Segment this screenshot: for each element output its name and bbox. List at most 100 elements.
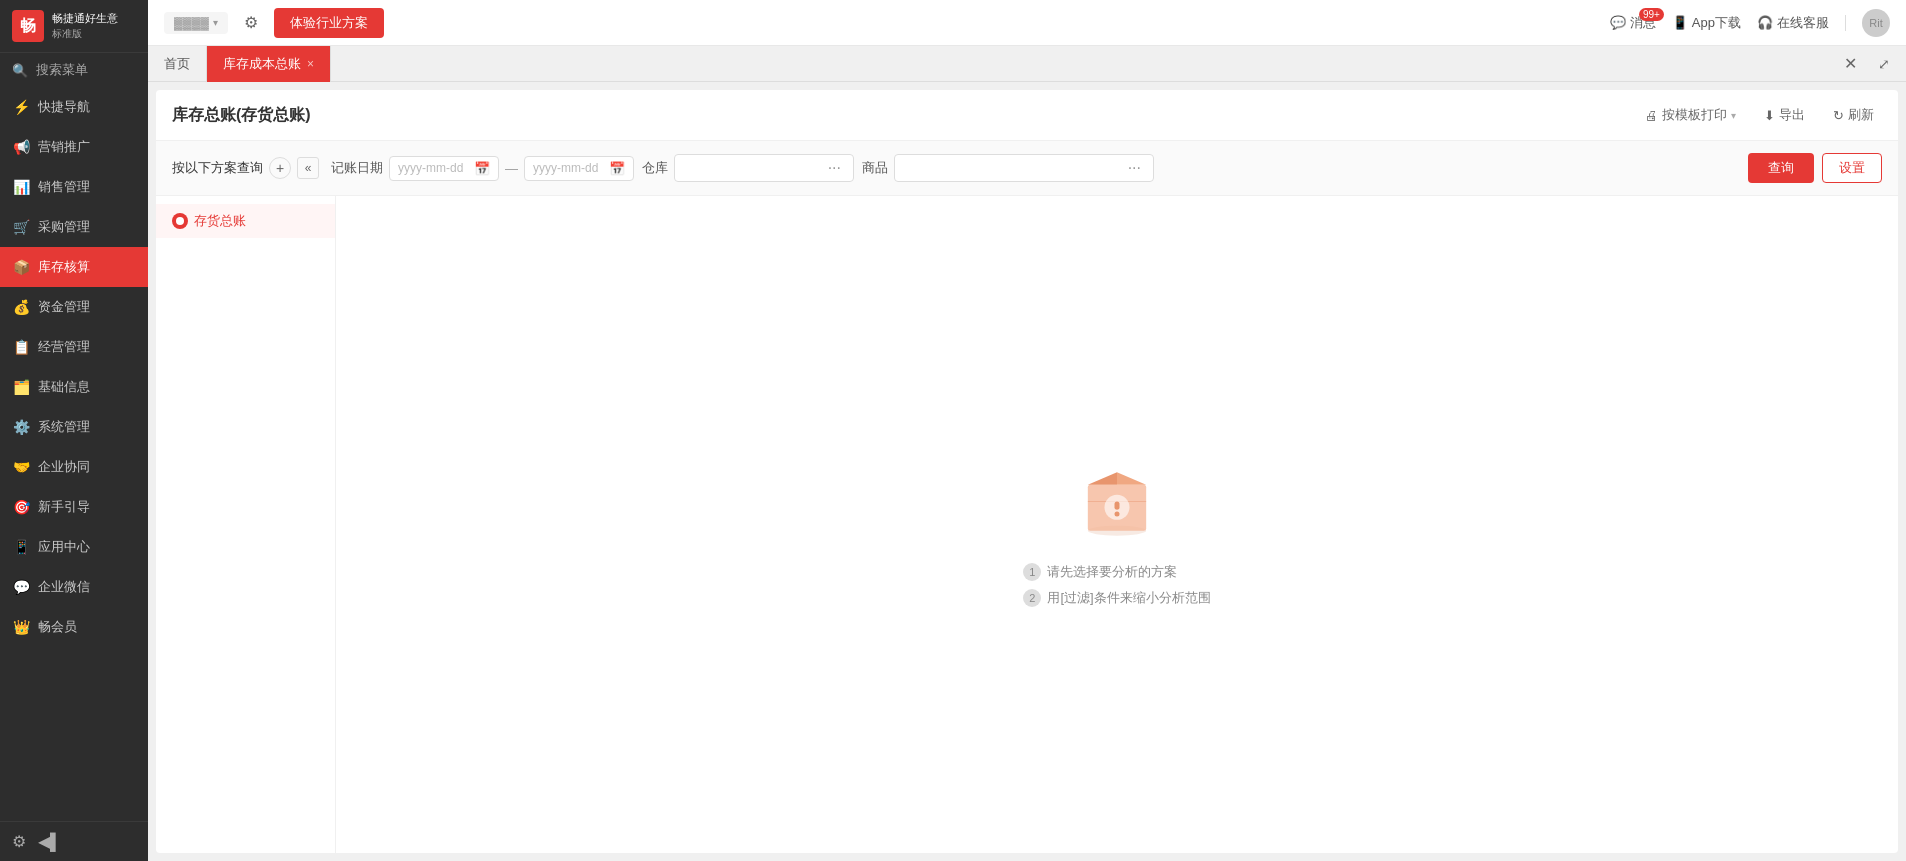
warehouse-label: 仓库 [642, 159, 668, 177]
sidebar-item-operation[interactable]: 📋 经营管理 [0, 327, 148, 367]
header-actions: 🖨 按模板打印 ▾ ⬇ 导出 ↻ 刷新 [1637, 102, 1882, 128]
print-icon: 🖨 [1645, 108, 1658, 123]
print-btn[interactable]: 🖨 按模板打印 ▾ [1637, 102, 1744, 128]
sidebar-item-quick-nav[interactable]: ⚡ 快捷导航 [0, 87, 148, 127]
sidebar-item-sales[interactable]: 📊 销售管理 [0, 167, 148, 207]
sidebar-item-app-center[interactable]: 📱 应用中心 [0, 527, 148, 567]
sidebar-item-member[interactable]: 👑 畅会员 [0, 607, 148, 647]
scheme-sidebar: 存货总账 [156, 196, 336, 853]
date-end-input[interactable]: yyyy-mm-dd 📅 [524, 156, 634, 181]
sidebar-search[interactable]: 🔍 搜索菜单 [0, 53, 148, 87]
svg-point-0 [176, 217, 184, 225]
search-icon: 🔍 [12, 63, 28, 78]
sidebar-nav: ⚡ 快捷导航 📢 营销推广 📊 销售管理 🛒 采购管理 📦 库存核算 💰 资金管… [0, 87, 148, 821]
content-area: 库存总账(存货总账) 🖨 按模板打印 ▾ ⬇ 导出 ↻ 刷新 [156, 90, 1898, 853]
date-label: 记账日期 [331, 159, 383, 177]
nav-icon-enterprise: 🤝 [12, 458, 30, 476]
sidebar-item-wechat[interactable]: 💬 企业微信 [0, 567, 148, 607]
sidebar-item-finance[interactable]: 💰 资金管理 [0, 287, 148, 327]
sidebar-item-newbie[interactable]: 🎯 新手引导 [0, 487, 148, 527]
avatar: Rit [1862, 9, 1890, 37]
tab-inventory-ledger[interactable]: 库存成本总账 × [207, 46, 331, 82]
svg-point-8 [1115, 511, 1120, 516]
nav-label-quick-nav: 快捷导航 [38, 98, 90, 116]
fold-icon[interactable]: ◀▌ [38, 832, 61, 851]
export-btn[interactable]: ⬇ 导出 [1756, 102, 1813, 128]
nav-icon-basic: 🗂️ [12, 378, 30, 396]
sidebar: 畅 畅捷通好生意 标准版 🔍 搜索菜单 ⚡ 快捷导航 📢 营销推广 📊 销售管理… [0, 0, 148, 861]
logo-text: 畅捷通好生意 标准版 [52, 11, 118, 40]
nav-icon-sales: 📊 [12, 178, 30, 196]
sidebar-item-basic[interactable]: 🗂️ 基础信息 [0, 367, 148, 407]
message-btn[interactable]: 💬 消息 99+ [1610, 14, 1656, 32]
headset-icon: 🎧 [1757, 15, 1773, 30]
topbar-right: 💬 消息 99+ 📱 App下载 🎧 在线客服 Rit [1610, 9, 1890, 37]
scheme-item-inventory[interactable]: 存货总账 [156, 204, 335, 238]
nav-label-inventory: 库存核算 [38, 258, 90, 276]
nav-label-finance: 资金管理 [38, 298, 90, 316]
panel-expand-btn[interactable]: ⤢ [1870, 50, 1898, 78]
date-start-input[interactable]: yyyy-mm-dd 📅 [389, 156, 499, 181]
empty-state: 1 请先选择要分析的方案 2 用[过滤]条件来缩小分析范围 [336, 196, 1898, 853]
app-download-btn[interactable]: 📱 App下载 [1672, 14, 1741, 32]
panel-close-btn[interactable]: ✕ [1836, 50, 1864, 78]
print-chevron-icon: ▾ [1731, 110, 1736, 121]
nav-label-operation: 经营管理 [38, 338, 90, 356]
sidebar-item-enterprise[interactable]: 🤝 企业协同 [0, 447, 148, 487]
empty-hints: 1 请先选择要分析的方案 2 用[过滤]条件来缩小分析范围 [1023, 559, 1210, 611]
hint-text-2: 用[过滤]条件来缩小分析范围 [1047, 585, 1210, 611]
warehouse-field: 仓库 ··· [642, 154, 854, 182]
filter-collapse-btn[interactable]: « [297, 157, 319, 179]
product-select[interactable]: ··· [894, 154, 1154, 182]
message-badge: 99+ [1639, 8, 1664, 21]
sidebar-bottom: ⚙ ◀▌ [0, 821, 148, 861]
nav-label-enterprise: 企业协同 [38, 458, 90, 476]
nav-icon-marketing: 📢 [12, 138, 30, 156]
industry-btn[interactable]: 体验行业方案 [274, 8, 384, 38]
refresh-icon: ↻ [1833, 108, 1844, 123]
nav-label-marketing: 营销推广 [38, 138, 90, 156]
sidebar-item-inventory[interactable]: 📦 库存核算 [0, 247, 148, 287]
refresh-btn[interactable]: ↻ 刷新 [1825, 102, 1882, 128]
topbar-user-area[interactable]: ▓▓▓▓ ▾ [164, 12, 228, 34]
message-icon: 💬 [1610, 15, 1626, 30]
sidebar-item-purchase[interactable]: 🛒 采购管理 [0, 207, 148, 247]
nav-label-system: 系统管理 [38, 418, 90, 436]
sidebar-item-system[interactable]: ⚙️ 系统管理 [0, 407, 148, 447]
nav-icon-inventory: 📦 [12, 258, 30, 276]
online-service-btn[interactable]: 🎧 在线客服 [1757, 14, 1829, 32]
topbar-settings-btn[interactable]: ⚙ [236, 8, 266, 38]
tab-close-icon[interactable]: × [307, 57, 314, 71]
topbar-avatar-area[interactable]: Rit [1862, 9, 1890, 37]
sidebar-item-marketing[interactable]: 📢 营销推广 [0, 127, 148, 167]
nav-icon-member: 👑 [12, 618, 30, 636]
nav-icon-newbie: 🎯 [12, 498, 30, 516]
scheme-active-icon [172, 213, 188, 229]
tabs-bar: 首页 库存成本总账 × ✕ ⤢ [148, 46, 1906, 82]
nav-label-purchase: 采购管理 [38, 218, 90, 236]
main-panel: 1 请先选择要分析的方案 2 用[过滤]条件来缩小分析范围 [336, 196, 1898, 853]
svg-marker-4 [1117, 472, 1146, 485]
calendar-end-icon: 📅 [609, 161, 625, 176]
main-area: ▓▓▓▓ ▾ ⚙ 体验行业方案 💬 消息 99+ 📱 App下载 🎧 在线客服 [148, 0, 1906, 861]
tab-home[interactable]: 首页 [148, 46, 207, 82]
warehouse-select[interactable]: ··· [674, 154, 854, 182]
nav-icon-quick-nav: ⚡ [12, 98, 30, 116]
nav-label-newbie: 新手引导 [38, 498, 90, 516]
hint-text-1: 请先选择要分析的方案 [1047, 559, 1177, 585]
hint-num-1: 1 [1023, 563, 1041, 581]
nav-icon-purchase: 🛒 [12, 218, 30, 236]
nav-icon-system: ⚙️ [12, 418, 30, 436]
filter-add-btn[interactable]: + [269, 157, 291, 179]
settings-icon[interactable]: ⚙ [12, 832, 26, 851]
svg-marker-3 [1088, 472, 1117, 485]
nav-icon-finance: 💰 [12, 298, 30, 316]
empty-illustration [1067, 439, 1167, 539]
date-field: 记账日期 yyyy-mm-dd 📅 — yyyy-mm-dd 📅 [331, 156, 634, 181]
query-btn[interactable]: 查询 [1748, 153, 1814, 183]
filter-settings-btn[interactable]: 设置 [1822, 153, 1882, 183]
phone-icon: 📱 [1672, 15, 1688, 30]
divider [1845, 15, 1846, 31]
logo-icon: 畅 [12, 10, 44, 42]
content-wrapper: 存货总账 [156, 196, 1898, 853]
